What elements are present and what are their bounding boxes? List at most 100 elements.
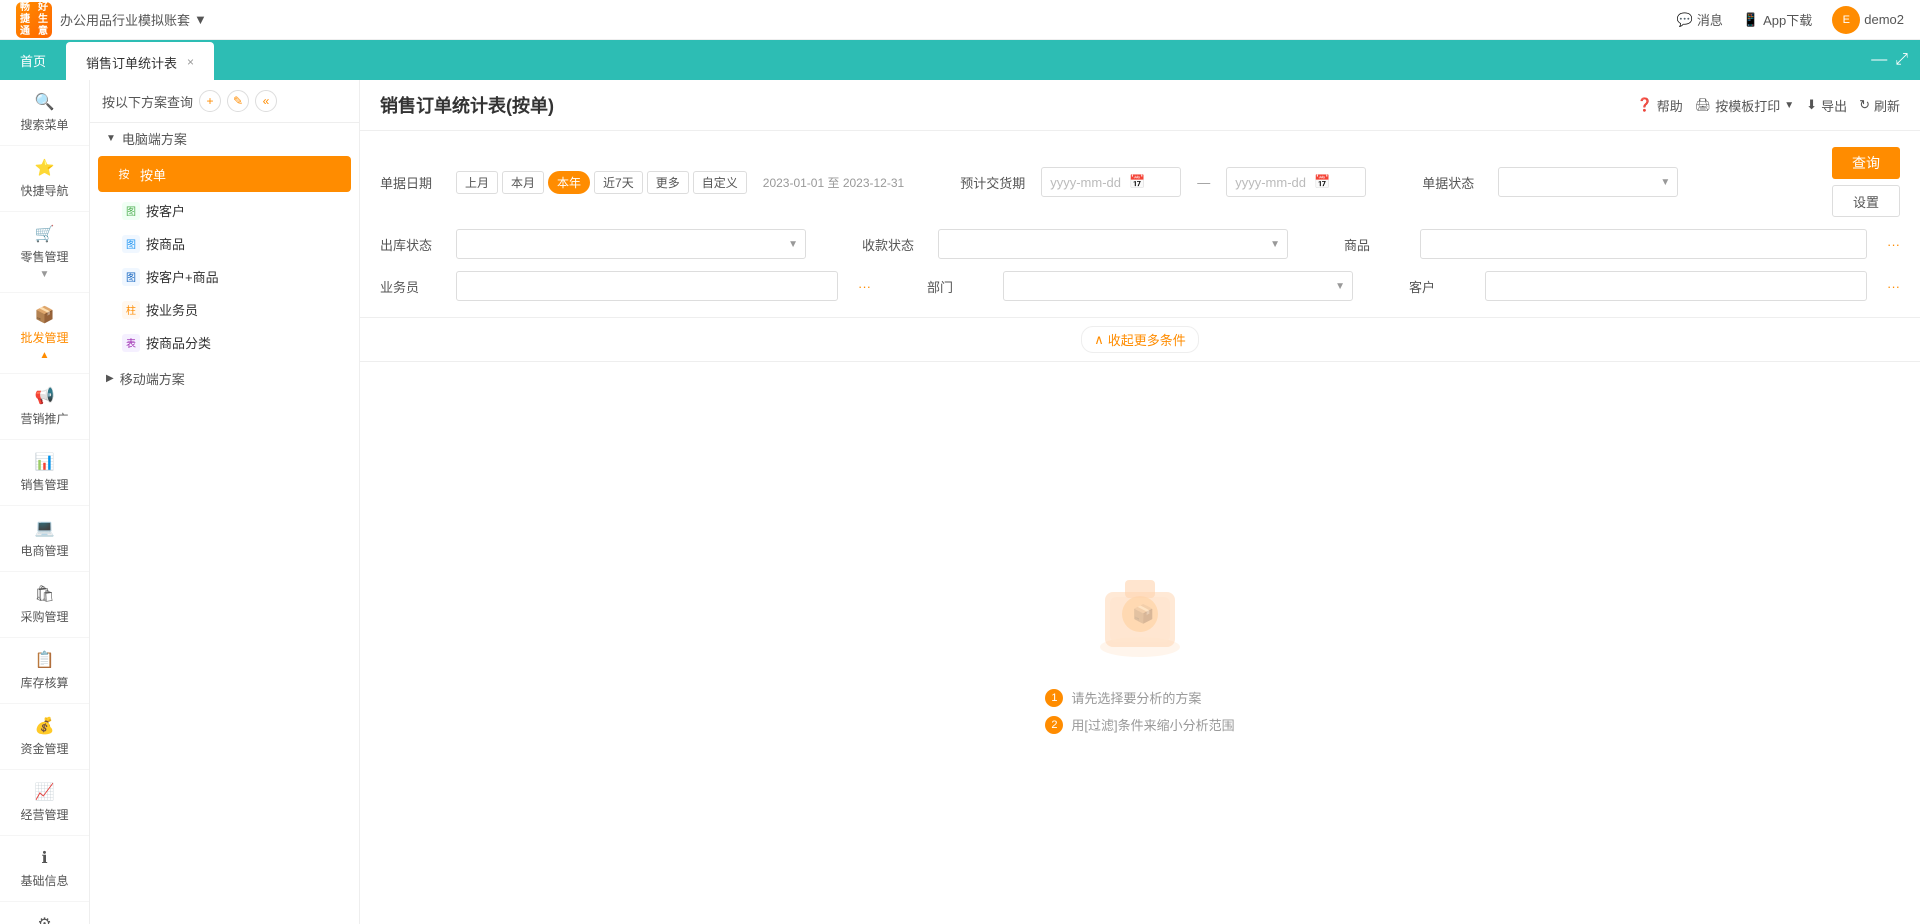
- collapse-up-icon: ∧: [1094, 332, 1104, 348]
- tab-home[interactable]: 首页: [0, 40, 66, 80]
- calendar-icon-start: 📅: [1129, 174, 1145, 190]
- by-customer-label: 按客户: [146, 201, 185, 220]
- by-product-icon: 图: [122, 235, 140, 253]
- tree-item-by-salesperson[interactable]: 柱 按业务员: [90, 293, 359, 326]
- basic-icon: ℹ: [41, 848, 47, 868]
- svg-text:📦: 📦: [1132, 603, 1154, 624]
- filter-row-3: 业务员 ··· 部门 ▼ 客户 ···: [380, 271, 1900, 301]
- outbound-select-box: ▼: [456, 229, 806, 259]
- tab-maximize-icon[interactable]: ⤢: [1895, 51, 1908, 69]
- collapse-btn[interactable]: ∧ 收起更多条件: [1081, 326, 1199, 353]
- download-btn[interactable]: 📱 App下载: [1743, 10, 1812, 29]
- edit-icon: ✎: [233, 94, 243, 108]
- status-select[interactable]: [1498, 167, 1678, 197]
- refresh-btn[interactable]: ↻ 刷新: [1859, 96, 1900, 115]
- tree-item-by-customer-product[interactable]: 图 按客户+商品: [90, 260, 359, 293]
- date-input-end[interactable]: yyyy-mm-dd 📅: [1226, 167, 1366, 197]
- tree-item-by-category[interactable]: 表 按商品分类: [90, 326, 359, 359]
- sidebar-item-search[interactable]: 🔍 搜索菜单: [0, 80, 89, 146]
- help-btn[interactable]: ❓ 帮助: [1637, 96, 1683, 115]
- product-more-icon[interactable]: ···: [1887, 237, 1900, 252]
- date-btn-7days[interactable]: 近7天: [594, 171, 643, 194]
- customer-label: 客户: [1409, 277, 1469, 296]
- avatar: E: [1832, 6, 1860, 34]
- status-select-box: ▼: [1498, 167, 1678, 197]
- message-btn[interactable]: 💬 消息: [1677, 10, 1723, 29]
- inventory-icon: 📋: [35, 650, 55, 670]
- filter-area: 单据日期 上月 本月 本年 近7天 更多 自定义 2023-01-01 至 20…: [360, 131, 1920, 318]
- sidebar-item-system[interactable]: ⚙ 系统管理: [0, 902, 89, 924]
- app-selector[interactable]: 办公用品行业模拟账套 ▼: [60, 10, 207, 29]
- collapse-panel-btn[interactable]: «: [255, 90, 277, 112]
- outbound-label: 出库状态: [380, 235, 440, 254]
- by-order-icon: 按: [114, 164, 134, 184]
- sidebar-item-purchase[interactable]: 🛍 采购管理: [0, 572, 89, 638]
- tree-item-by-product[interactable]: 图 按商品: [90, 227, 359, 260]
- wholesale-icon: 📦: [35, 305, 55, 325]
- tab-active[interactable]: 销售订单统计表 ×: [66, 42, 214, 82]
- main-layout: 🔍 搜索菜单 ⭐ 快捷导航 🛒 零售管理 ▼ 📦 批发管理 ▲ 📢 营销推广 📊…: [0, 80, 1920, 924]
- date-input-start[interactable]: yyyy-mm-dd 📅: [1041, 167, 1181, 197]
- sidebar-item-operations[interactable]: 📈 经营管理: [0, 770, 89, 836]
- message-icon: 💬: [1677, 12, 1693, 28]
- sidebar-item-sales[interactable]: 📊 销售管理: [0, 440, 89, 506]
- tree-section-pc[interactable]: ▼ 电脑端方案: [90, 123, 359, 154]
- sidebar-item-ecommerce[interactable]: 💻 电商管理: [0, 506, 89, 572]
- date-btn-this-year[interactable]: 本年: [548, 171, 590, 194]
- tree-item-by-order[interactable]: 按 按单: [98, 156, 351, 192]
- left-panel: 按以下方案查询 + ✎ « ▼ 电脑端方案: [90, 80, 360, 924]
- marketing-icon: 📢: [35, 386, 55, 406]
- print-label: 按模板打印: [1715, 96, 1780, 115]
- empty-tip-1: 1 请先选择要分析的方案: [1045, 688, 1234, 707]
- dept-select[interactable]: [1003, 271, 1353, 301]
- customer-more-icon[interactable]: ···: [1887, 279, 1900, 294]
- query-btn[interactable]: 查询: [1832, 147, 1900, 179]
- date-btn-last-month[interactable]: 上月: [456, 171, 498, 194]
- pc-section-label: 电脑端方案: [122, 129, 187, 148]
- department-label: 部门: [927, 277, 987, 296]
- by-salesperson-label: 按业务员: [146, 300, 198, 319]
- date-placeholder-1: yyyy-mm-dd: [1050, 175, 1121, 190]
- search-icon: 🔍: [35, 92, 55, 112]
- by-order-label: 按单: [140, 165, 166, 184]
- download-icon: 📱: [1743, 12, 1759, 28]
- date-btn-custom[interactable]: 自定义: [693, 171, 747, 194]
- export-btn[interactable]: ⬇ 导出: [1806, 96, 1847, 115]
- customer-input[interactable]: [1485, 271, 1867, 301]
- message-label: 消息: [1697, 10, 1723, 29]
- print-btn[interactable]: 🖨 按模板打印 ▼: [1695, 96, 1794, 115]
- tree-section-mobile[interactable]: ▶ 移动端方案: [90, 363, 359, 394]
- tab-close-icon[interactable]: ×: [187, 55, 194, 69]
- outbound-select[interactable]: [456, 229, 806, 259]
- date-btns: 上月 本月 本年 近7天 更多 自定义: [456, 171, 747, 194]
- finance-icon: 💰: [35, 716, 55, 736]
- settings-btn[interactable]: 设置: [1832, 185, 1900, 217]
- collapse-row: ∧ 收起更多条件: [360, 318, 1920, 362]
- user-area[interactable]: E demo2: [1832, 6, 1904, 34]
- payment-select[interactable]: [938, 229, 1288, 259]
- tree-item-by-customer[interactable]: 图 按客户: [90, 194, 359, 227]
- tab-bar: 首页 销售订单统计表 × — ⤢: [0, 40, 1920, 80]
- sidebar-item-finance[interactable]: 💰 资金管理: [0, 704, 89, 770]
- edit-scheme-btn[interactable]: ✎: [227, 90, 249, 112]
- tab-minimize-icon[interactable]: —: [1871, 51, 1887, 69]
- product-input[interactable]: [1420, 229, 1867, 259]
- sidebar-item-marketing[interactable]: 📢 营销推广: [0, 374, 89, 440]
- sidebar-item-retail[interactable]: 🛒 零售管理 ▼: [0, 212, 89, 293]
- salesperson-more-icon[interactable]: ···: [858, 279, 871, 294]
- salesperson-input[interactable]: [456, 271, 838, 301]
- retail-arrow: ▼: [40, 269, 50, 280]
- date-label: 单据日期: [380, 173, 440, 192]
- date-btn-more[interactable]: 更多: [647, 171, 689, 194]
- purchase-icon: 🛍: [34, 584, 54, 604]
- sidebar-item-basic[interactable]: ℹ 基础信息: [0, 836, 89, 902]
- sidebar-item-wholesale[interactable]: 📦 批发管理 ▲: [0, 293, 89, 374]
- date-btn-this-month[interactable]: 本月: [502, 171, 544, 194]
- sidebar-item-inventory[interactable]: 📋 库存核算: [0, 638, 89, 704]
- by-category-icon: 表: [122, 334, 140, 352]
- filter-row-1: 单据日期 上月 本月 本年 近7天 更多 自定义 2023-01-01 至 20…: [380, 147, 1900, 217]
- sidebar-item-quicknav[interactable]: ⭐ 快捷导航: [0, 146, 89, 212]
- system-icon: ⚙: [37, 914, 51, 924]
- salesperson-label: 业务员: [380, 277, 440, 296]
- add-scheme-btn[interactable]: +: [199, 90, 221, 112]
